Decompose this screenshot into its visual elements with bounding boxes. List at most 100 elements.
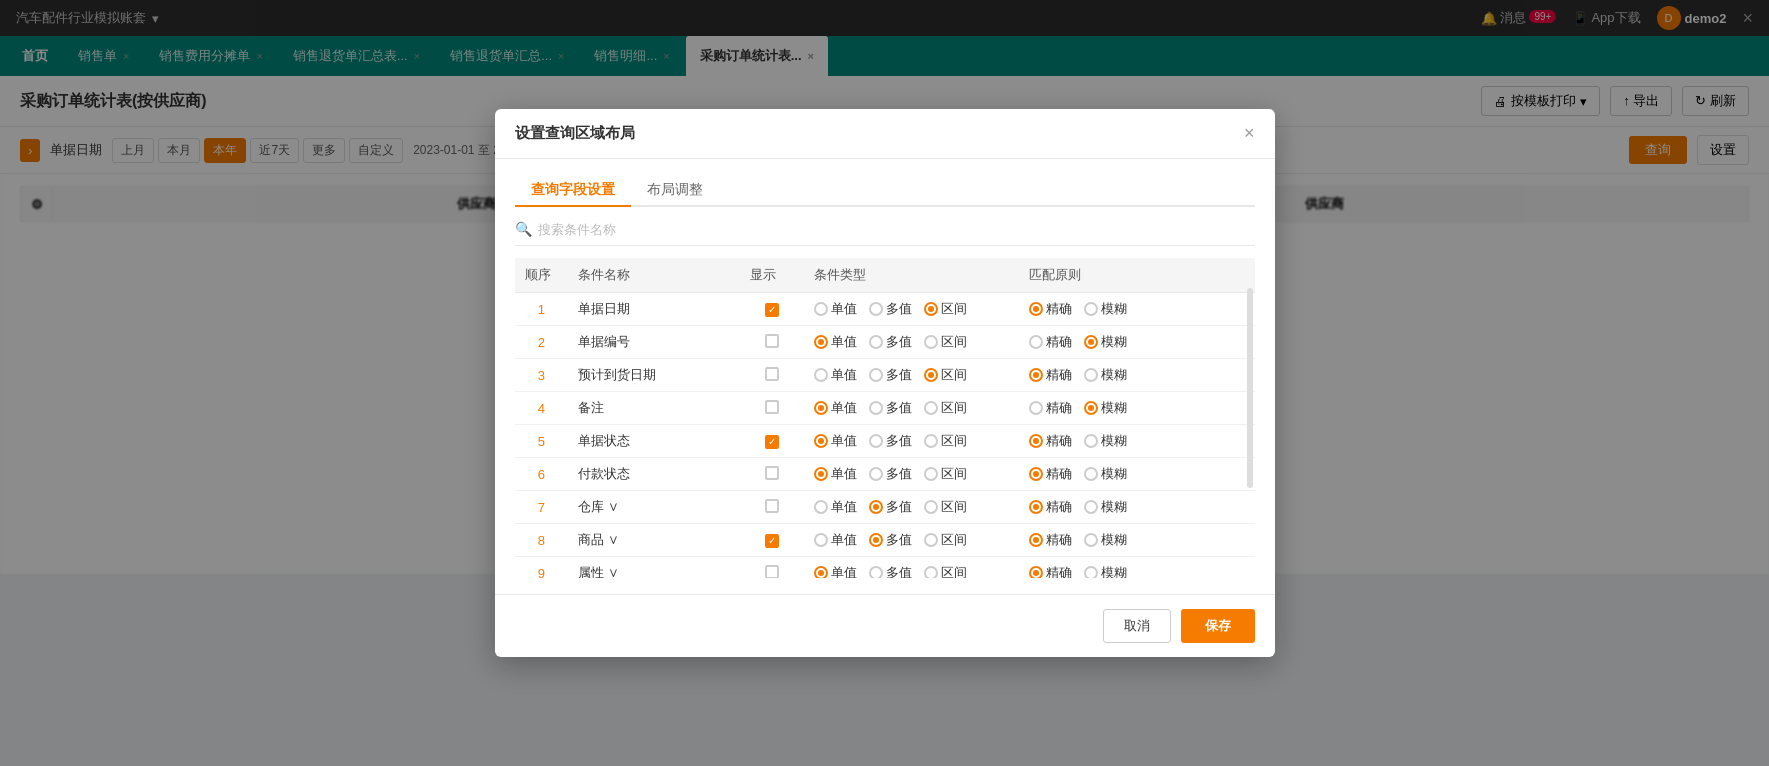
radio-circle xyxy=(869,335,883,349)
show-checkbox[interactable] xyxy=(765,367,779,381)
settings-dialog: 设置查询区域布局 × 查询字段设置 布局调整 🔍 xyxy=(495,109,1275,574)
match-radio-精确[interactable]: 精确 xyxy=(1029,564,1072,574)
match-radio-精确[interactable]: 精确 xyxy=(1029,432,1072,450)
type-radio-区间[interactable]: 区间 xyxy=(924,432,967,450)
radio-circle xyxy=(1084,500,1098,514)
tab-query-fields[interactable]: 查询字段设置 xyxy=(515,175,631,207)
match-radio-模糊[interactable]: 模糊 xyxy=(1084,300,1127,318)
row-show[interactable] xyxy=(740,392,804,425)
row-order: 7 xyxy=(515,491,569,524)
show-checkbox[interactable]: ✓ xyxy=(765,303,779,317)
type-radio-区间[interactable]: 区间 xyxy=(924,531,967,549)
row-show[interactable]: ✓ xyxy=(740,425,804,458)
type-radio-单值[interactable]: 单值 xyxy=(814,432,857,450)
match-radio-模糊[interactable]: 模糊 xyxy=(1084,465,1127,483)
row-type: 单值多值区间 xyxy=(804,293,1018,326)
type-radio-多值[interactable]: 多值 xyxy=(869,564,912,574)
type-radio-多值[interactable]: 多值 xyxy=(869,399,912,417)
radio-circle xyxy=(1029,434,1043,448)
radio-circle xyxy=(1029,335,1043,349)
type-radio-多值[interactable]: 多值 xyxy=(869,465,912,483)
dialog-tabs: 查询字段设置 布局调整 xyxy=(515,175,1255,207)
row-show[interactable] xyxy=(740,557,804,575)
dialog-close-button[interactable]: × xyxy=(1244,123,1255,144)
table-row: 6付款状态单值多值区间精确模糊 xyxy=(515,458,1255,491)
show-checkbox[interactable] xyxy=(765,334,779,348)
show-checkbox[interactable] xyxy=(765,400,779,414)
row-show[interactable]: ✓ xyxy=(740,293,804,326)
type-radio-多值[interactable]: 多值 xyxy=(869,531,912,549)
match-radio-模糊[interactable]: 模糊 xyxy=(1084,333,1127,351)
type-radio-单值[interactable]: 单值 xyxy=(814,531,857,549)
type-radio-区间[interactable]: 区间 xyxy=(924,300,967,318)
type-radio-单值[interactable]: 单值 xyxy=(814,300,857,318)
dialog-header: 设置查询区域布局 × xyxy=(495,109,1275,159)
table-row: 5单据状态✓单值多值区间精确模糊 xyxy=(515,425,1255,458)
th-name: 条件名称 xyxy=(568,258,740,293)
row-type: 单值多值区间 xyxy=(804,326,1018,359)
radio-circle xyxy=(1084,533,1098,547)
match-radio-精确[interactable]: 精确 xyxy=(1029,498,1072,516)
type-radio-多值[interactable]: 多值 xyxy=(869,300,912,318)
row-order: 8 xyxy=(515,524,569,557)
type-radio-区间[interactable]: 区间 xyxy=(924,465,967,483)
show-checkbox[interactable] xyxy=(765,466,779,480)
row-match: 精确 模糊 xyxy=(1019,557,1255,575)
show-checkbox[interactable] xyxy=(765,565,779,575)
match-radio-模糊[interactable]: 模糊 xyxy=(1084,366,1127,384)
match-radio-模糊[interactable]: 模糊 xyxy=(1084,432,1127,450)
row-show[interactable] xyxy=(740,359,804,392)
th-type: 条件类型 xyxy=(804,258,1018,293)
match-radio-模糊[interactable]: 模糊 xyxy=(1084,498,1127,516)
type-radio-单值[interactable]: 单值 xyxy=(814,564,857,574)
match-radio-精确[interactable]: 精确 xyxy=(1029,399,1072,417)
match-radio-模糊[interactable]: 模糊 xyxy=(1084,399,1127,417)
match-radio-模糊[interactable]: 模糊 xyxy=(1084,531,1127,549)
type-radio-区间[interactable]: 区间 xyxy=(924,564,967,574)
radio-circle xyxy=(1029,467,1043,481)
row-show[interactable] xyxy=(740,458,804,491)
show-checkbox[interactable]: ✓ xyxy=(765,534,779,548)
th-order: 顺序 xyxy=(515,258,569,293)
radio-circle xyxy=(924,566,938,574)
row-show[interactable]: ✓ xyxy=(740,524,804,557)
type-radio-单值[interactable]: 单值 xyxy=(814,498,857,516)
radio-circle xyxy=(1084,335,1098,349)
row-show[interactable] xyxy=(740,326,804,359)
radio-circle xyxy=(814,368,828,382)
type-radio-单值[interactable]: 单值 xyxy=(814,465,857,483)
type-radio-单值[interactable]: 单值 xyxy=(814,333,857,351)
match-radio-精确[interactable]: 精确 xyxy=(1029,531,1072,549)
radio-circle xyxy=(924,368,938,382)
radio-circle xyxy=(1029,500,1043,514)
match-radio-模糊[interactable]: 模糊 xyxy=(1084,564,1127,574)
type-radio-单值[interactable]: 单值 xyxy=(814,399,857,417)
type-radio-多值[interactable]: 多值 xyxy=(869,498,912,516)
radio-circle xyxy=(1084,467,1098,481)
type-radio-区间[interactable]: 区间 xyxy=(924,498,967,516)
type-radio-区间[interactable]: 区间 xyxy=(924,366,967,384)
radio-circle xyxy=(1029,533,1043,547)
type-radio-多值[interactable]: 多值 xyxy=(869,432,912,450)
row-show[interactable] xyxy=(740,491,804,524)
type-radio-多值[interactable]: 多值 xyxy=(869,366,912,384)
radio-circle xyxy=(924,434,938,448)
radio-circle xyxy=(814,335,828,349)
match-radio-精确[interactable]: 精确 xyxy=(1029,300,1072,318)
table-row: 7仓库 ∨单值多值区间精确模糊 xyxy=(515,491,1255,524)
type-radio-区间[interactable]: 区间 xyxy=(924,333,967,351)
match-radio-精确[interactable]: 精确 xyxy=(1029,333,1072,351)
type-radio-单值[interactable]: 单值 xyxy=(814,366,857,384)
show-checkbox[interactable]: ✓ xyxy=(765,435,779,449)
scrollbar[interactable] xyxy=(1247,288,1253,488)
radio-circle xyxy=(924,401,938,415)
row-match: 精确模糊 xyxy=(1019,524,1255,557)
match-radio-精确[interactable]: 精确 xyxy=(1029,366,1072,384)
type-radio-多值[interactable]: 多值 xyxy=(869,333,912,351)
match-radio-精确[interactable]: 精确 xyxy=(1029,465,1072,483)
tab-layout-adjust[interactable]: 布局调整 xyxy=(631,175,719,207)
type-radio-区间[interactable]: 区间 xyxy=(924,399,967,417)
show-checkbox[interactable] xyxy=(765,499,779,513)
search-input[interactable] xyxy=(538,222,1255,237)
radio-circle xyxy=(924,500,938,514)
